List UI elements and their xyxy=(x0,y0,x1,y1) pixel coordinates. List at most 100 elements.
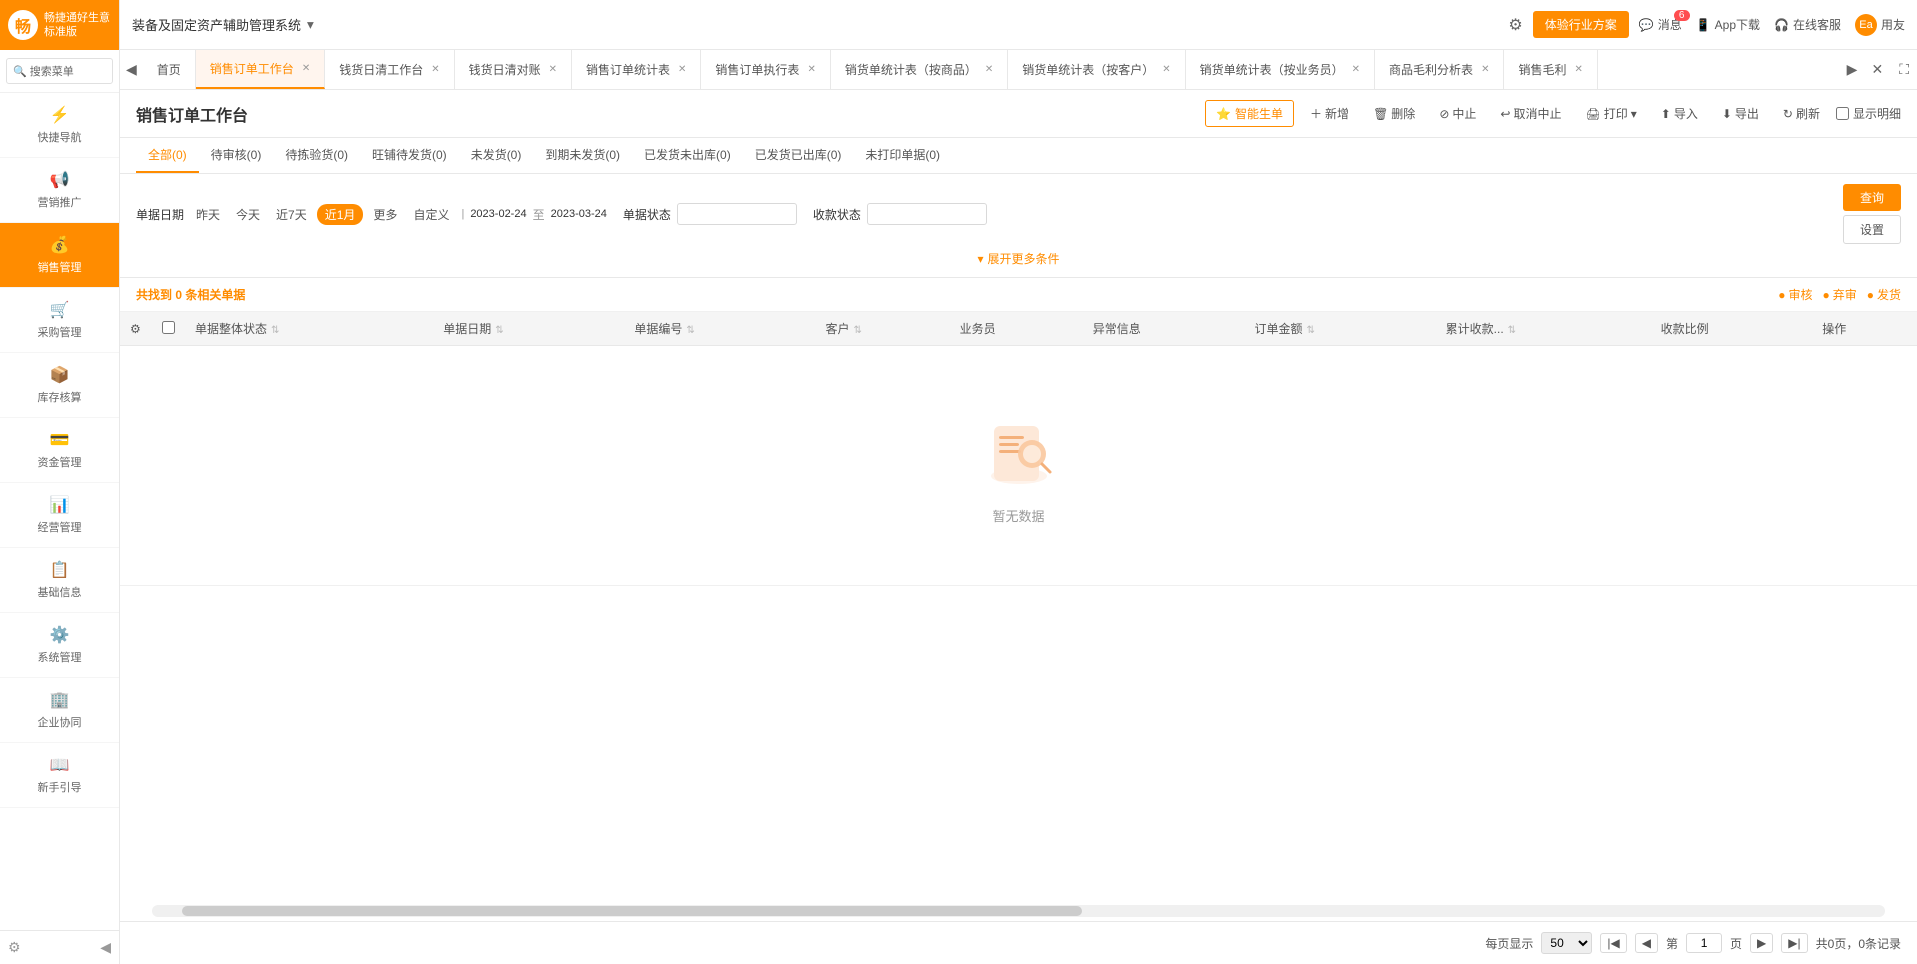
status-select[interactable] xyxy=(677,203,797,225)
tab-scroll-right-button[interactable]: ▶ xyxy=(1841,61,1864,78)
stop-button[interactable]: ⊘ 中止 xyxy=(1431,101,1484,126)
date-btn-更多[interactable]: 更多 xyxy=(367,204,403,225)
tab-home[interactable]: 首页 xyxy=(143,50,196,89)
tab-sales-workbench[interactable]: 销售订单工作台✕ xyxy=(196,50,325,89)
date-btn-自定义[interactable]: 自定义 xyxy=(407,204,455,225)
online-service-button[interactable]: 🎧 在线客服 xyxy=(1774,16,1841,33)
subtab-overdue-not-shipped[interactable]: 到期未发货(0) xyxy=(533,138,632,173)
subtab-shipped-out[interactable]: 已发货已出库(0) xyxy=(743,138,854,173)
first-page-button[interactable]: |◀ xyxy=(1600,933,1626,953)
sort-icon[interactable]: ⇅ xyxy=(1307,325,1315,336)
date-btn-今天[interactable]: 今天 xyxy=(230,204,266,225)
tab-sales-summary-product[interactable]: 销货单统计表（按商品）✕ xyxy=(831,50,1008,89)
sidebar-item-enterprise[interactable]: 🏢企业协同 xyxy=(0,678,119,743)
last-page-button[interactable]: ▶| xyxy=(1781,933,1807,953)
tab-close-icon[interactable]: ✕ xyxy=(1352,64,1360,75)
settings-footer-button[interactable]: ⚙ xyxy=(8,939,21,956)
export-button[interactable]: ⬇ 导出 xyxy=(1714,101,1767,126)
tab-gross-margin[interactable]: 商品毛利分析表✕ xyxy=(1375,50,1504,89)
show-detail-checkbox[interactable] xyxy=(1836,107,1849,120)
print-button[interactable]: 🖨 打印 ▾ xyxy=(1577,101,1644,126)
expand-filter-button[interactable]: ▾ 展开更多条件 xyxy=(136,250,1901,267)
sort-icon[interactable]: ⇅ xyxy=(271,325,279,336)
tab-close-icon[interactable]: ✕ xyxy=(807,64,815,75)
sort-icon[interactable]: ⇅ xyxy=(686,325,694,336)
collapse-sidebar-button[interactable]: ◀ xyxy=(100,939,111,956)
subtab-not-shipped[interactable]: 未发货(0) xyxy=(459,138,534,173)
tab-close-icon[interactable]: ✕ xyxy=(985,64,993,75)
tab-close-all-button[interactable]: ✕ xyxy=(1863,61,1891,78)
topbar-dropdown-button[interactable]: ▾ xyxy=(307,17,314,33)
date-btn-近7天[interactable]: 近7天 xyxy=(270,204,313,225)
user-avatar-button[interactable]: Ea 用友 xyxy=(1855,14,1905,36)
delete-button[interactable]: 🗑 删除 xyxy=(1365,101,1423,126)
sidebar-item-quick-nav[interactable]: ⚡快捷导航 xyxy=(0,93,119,158)
page-size-select[interactable]: 2050100 xyxy=(1541,932,1592,954)
query-button[interactable]: 查询 xyxy=(1843,184,1901,211)
sidebar-item-operations[interactable]: 📊经营管理 xyxy=(0,483,119,548)
sidebar-item-guide[interactable]: 📖新手引导 xyxy=(0,743,119,808)
date-btn-昨天[interactable]: 昨天 xyxy=(190,204,226,225)
scrollbar-thumb[interactable] xyxy=(182,906,1082,916)
import-button[interactable]: ⬆ 导入 xyxy=(1653,101,1706,126)
batch-cancel-review-button[interactable]: ● 弃审 xyxy=(1822,286,1856,303)
sidebar-item-marketing[interactable]: 📢营销推广 xyxy=(0,158,119,223)
tab-cash-reconcile[interactable]: 钱货日清对账✕ xyxy=(455,50,572,89)
tab-close-icon[interactable]: ✕ xyxy=(678,64,686,75)
search-menu-button[interactable]: 🔍 搜索菜单 xyxy=(6,58,113,84)
prev-page-button[interactable]: ◀ xyxy=(1635,933,1658,953)
sidebar-item-base[interactable]: 📋基础信息 xyxy=(0,548,119,613)
batch-review-button[interactable]: ● 审核 xyxy=(1778,286,1812,303)
industry-solution-button[interactable]: 体验行业方案 xyxy=(1533,11,1629,38)
sort-icon[interactable]: ⇅ xyxy=(495,325,503,336)
tab-sales-profit[interactable]: 销售毛利✕ xyxy=(1504,50,1597,89)
table-area: 共找到 0 条相关单据 ● 审核 ● 弃审 ● 发货 xyxy=(120,278,1917,901)
tab-scroll-left-button[interactable]: ◀ xyxy=(120,61,143,78)
tab-cash-daily[interactable]: 钱货日清工作台✕ xyxy=(325,50,454,89)
tab-sales-exec[interactable]: 销售订单执行表✕ xyxy=(701,50,830,89)
subtab-not-printed[interactable]: 未打印单据(0) xyxy=(853,138,952,173)
date-btn-近1月[interactable]: 近1月 xyxy=(317,204,364,225)
tab-close-icon[interactable]: ✕ xyxy=(302,63,310,74)
cancel-stop-button[interactable]: ↩ 取消中止 xyxy=(1492,101,1569,126)
tab-sales-summary-staff[interactable]: 销货单统计表（按业务员）✕ xyxy=(1186,50,1375,89)
page-header: 销售订单工作台 ⭐ 智能生单 ＋ 新增 🗑 删除 ⊘ 中止 xyxy=(120,90,1917,138)
sidebar-item-inventory[interactable]: 📦库存核算 xyxy=(0,353,119,418)
tab-close-icon[interactable]: ✕ xyxy=(1481,64,1489,75)
topbar-settings-icon[interactable]: ⚙ xyxy=(1508,15,1522,35)
horizontal-scrollbar[interactable] xyxy=(152,905,1885,917)
smart-create-button[interactable]: ⭐ 智能生单 xyxy=(1205,100,1294,127)
main-area: 装备及固定资产辅助管理系统 ▾ ⚙ 体验行业方案 💬 消息 6 📱 App下载 … xyxy=(120,0,1917,964)
sidebar-item-purchase[interactable]: 🛒采购管理 xyxy=(0,288,119,353)
filter-setting-button[interactable]: 设置 xyxy=(1843,215,1901,244)
tab-maximize-button[interactable]: ⛶ xyxy=(1891,61,1917,78)
refresh-button[interactable]: ↻ 刷新 xyxy=(1775,101,1828,126)
sidebar-item-system[interactable]: ⚙️系统管理 xyxy=(0,613,119,678)
collect-select[interactable] xyxy=(867,203,987,225)
subtab-pending-review[interactable]: 待审核(0) xyxy=(199,138,274,173)
select-all-checkbox[interactable] xyxy=(162,321,175,334)
add-button[interactable]: ＋ 新增 xyxy=(1302,101,1357,126)
tab-label: 销售订单统计表 xyxy=(586,61,670,78)
tab-sales-stats[interactable]: 销售订单统计表 ✕ xyxy=(572,50,701,89)
subtab-pending-inspect[interactable]: 待拣验货(0) xyxy=(273,138,360,173)
tab-sales-summary-customer[interactable]: 销货单统计表（按客户）✕ xyxy=(1008,50,1185,89)
subtab-all[interactable]: 全部(0) xyxy=(136,138,199,173)
show-detail-toggle[interactable]: 显示明细 xyxy=(1836,105,1901,122)
sidebar-item-finance[interactable]: 💳资金管理 xyxy=(0,418,119,483)
subtab-wangpu-pending[interactable]: 旺铺待发货(0) xyxy=(360,138,459,173)
app-download-button[interactable]: 📱 App下载 xyxy=(1696,16,1760,33)
next-page-button[interactable]: ▶ xyxy=(1750,933,1773,953)
tab-close-icon[interactable]: ✕ xyxy=(1574,64,1582,75)
messages-button[interactable]: 💬 消息 6 xyxy=(1639,16,1682,33)
tab-close-icon[interactable]: ✕ xyxy=(549,64,557,75)
batch-ship-button[interactable]: ● 发货 xyxy=(1867,286,1901,303)
sort-icon[interactable]: ⇅ xyxy=(1508,325,1516,336)
tab-close-icon[interactable]: ✕ xyxy=(1162,64,1170,75)
page-number-input[interactable]: 1 xyxy=(1686,933,1722,953)
tab-close-icon[interactable]: ✕ xyxy=(431,64,439,75)
table-toolbar: 共找到 0 条相关单据 ● 审核 ● 弃审 ● 发货 xyxy=(120,278,1917,312)
sort-icon[interactable]: ⇅ xyxy=(854,325,862,336)
sidebar-item-sales[interactable]: 💰销售管理 xyxy=(0,223,119,288)
subtab-shipped-not-out[interactable]: 已发货未出库(0) xyxy=(632,138,743,173)
